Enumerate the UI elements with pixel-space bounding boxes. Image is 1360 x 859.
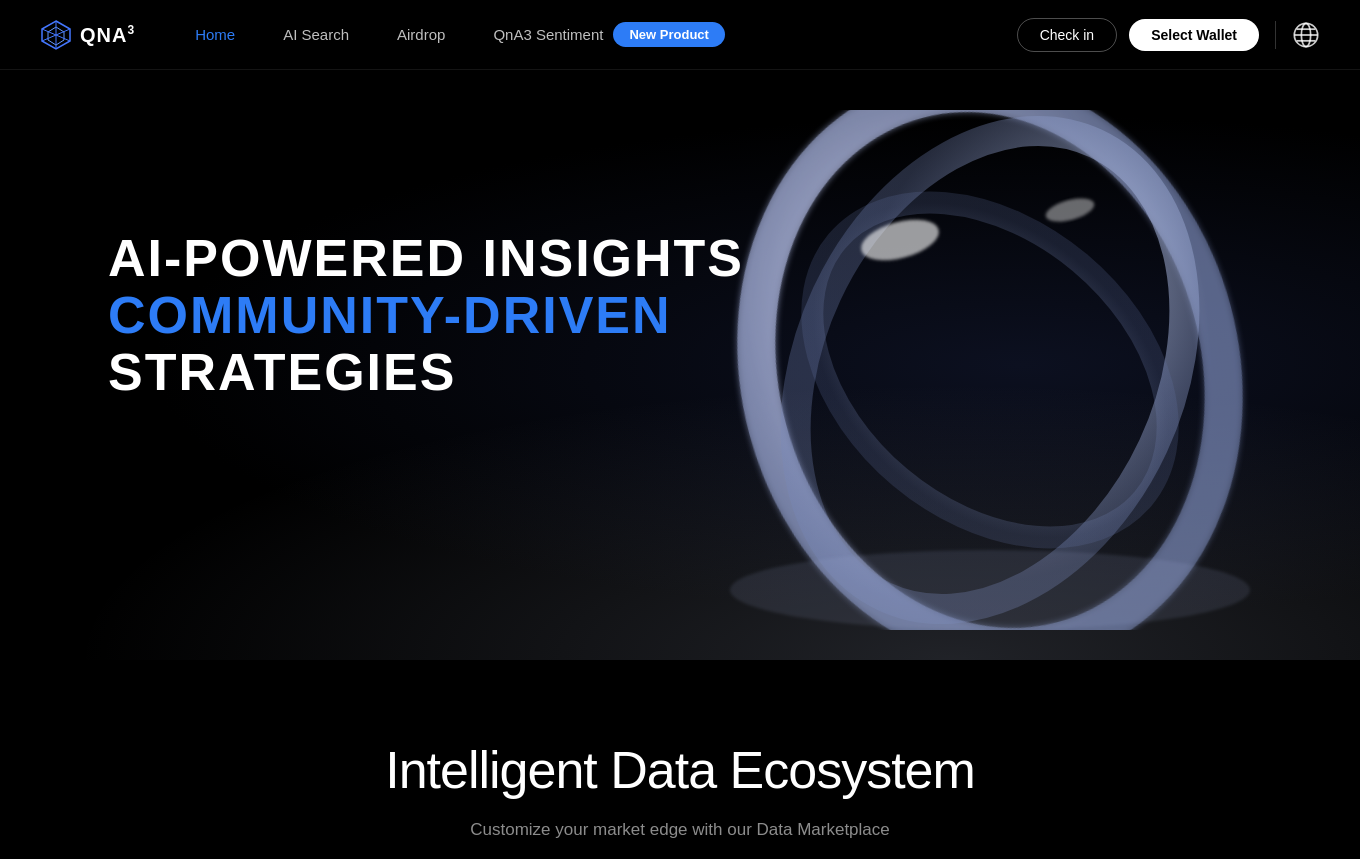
nav-divider [1275,21,1276,49]
logo-icon [40,19,72,51]
hero-content: AI-POWERED INSIGHTS COMMUNITY-DRIVEN STR… [108,230,744,402]
nav-home[interactable]: Home [195,26,235,43]
logo-text: QNA3 [80,23,135,47]
hero-section: AI-POWERED INSIGHTS COMMUNITY-DRIVEN STR… [0,70,1360,660]
hero-line2: COMMUNITY-DRIVEN [108,287,744,344]
nav-ai-search[interactable]: AI Search [283,26,349,43]
new-product-badge[interactable]: New Product [613,22,724,47]
bottom-subtitle: Customize your market edge with our Data… [40,820,1320,840]
svg-point-14 [1043,194,1096,226]
logo[interactable]: QNA3 [40,19,135,51]
navbar: QNA3 Home AI Search Airdrop QnA3 Sentime… [0,0,1360,70]
select-wallet-button[interactable]: Select Wallet [1129,19,1259,51]
globe-icon[interactable] [1292,21,1320,49]
nav-sentiment[interactable]: QnA3 Sentiment New Product [493,22,725,47]
bottom-section: Intelligent Data Ecosystem Customize you… [0,660,1360,859]
bottom-title: Intelligent Data Ecosystem [40,740,1320,800]
hero-line3: STRATEGIES [108,344,744,401]
hero-3d-visual [680,110,1300,630]
ring-svg [680,110,1300,630]
nav-airdrop[interactable]: Airdrop [397,26,445,43]
hero-line1: AI-POWERED INSIGHTS [108,230,744,287]
checkin-button[interactable]: Check in [1017,18,1117,52]
svg-point-15 [730,550,1250,630]
nav-links: Home AI Search Airdrop QnA3 Sentiment Ne… [195,22,1017,47]
nav-right: Check in Select Wallet [1017,18,1320,52]
